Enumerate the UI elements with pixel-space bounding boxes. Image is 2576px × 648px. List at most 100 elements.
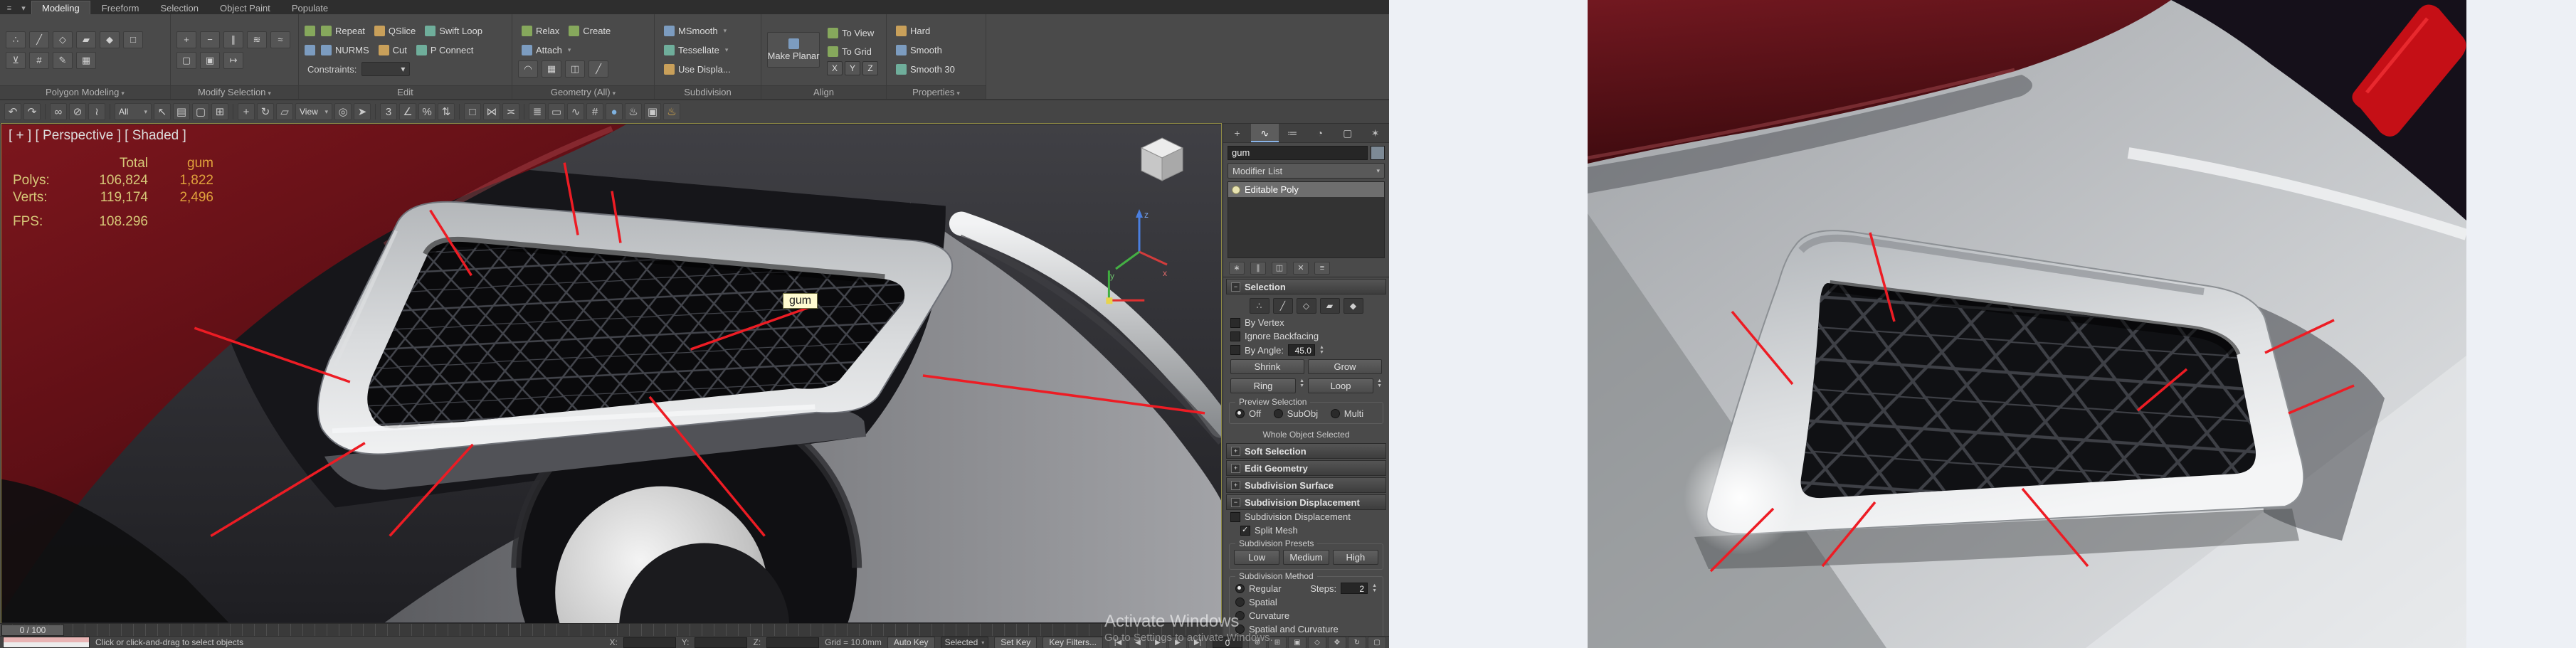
- time-slider[interactable]: 0 / 100: [0, 623, 1223, 636]
- show-cage-icon[interactable]: ▦: [76, 51, 96, 69]
- panel-title[interactable]: Modify Selection ▾: [171, 85, 298, 99]
- modifier-list-dropdown[interactable]: Modifier List ▾: [1228, 163, 1385, 179]
- quadrify-icon[interactable]: ▦: [542, 60, 561, 78]
- workspace-icon[interactable]: ▾: [17, 3, 30, 14]
- select-loop-icon[interactable]: ∥: [223, 31, 243, 48]
- current-frame-field[interactable]: 0: [1213, 637, 1242, 648]
- select-and-rotate-icon[interactable]: ↻: [257, 103, 274, 120]
- method-regular-radio[interactable]: Regular Steps: 2 ▲ ▼: [1234, 581, 1378, 595]
- select-object-icon[interactable]: ↖: [154, 103, 171, 120]
- mirror-icon[interactable]: ⋈: [483, 103, 500, 120]
- select-ring-icon[interactable]: ≋: [247, 31, 267, 48]
- rollout-edit-geometry[interactable]: + Edit Geometry: [1226, 460, 1386, 476]
- rollout-subdivision-surface[interactable]: + Subdivision Surface: [1226, 477, 1386, 493]
- panel-title[interactable]: Subdivision: [655, 85, 761, 99]
- go-to-end-icon[interactable]: ▶|: [1188, 636, 1207, 648]
- stack-item-editable-poly[interactable]: Editable Poly: [1228, 182, 1384, 197]
- by-angle-checkbox[interactable]: By Angle: 45.0 ▲ ▼: [1223, 343, 1389, 357]
- ring-spinner[interactable]: ▲ ▼: [1299, 378, 1304, 393]
- curve-editor-icon[interactable]: ∿: [567, 103, 584, 120]
- align-icon[interactable]: ≍: [502, 103, 519, 120]
- create-tab[interactable]: +: [1223, 124, 1251, 142]
- preview-multi-radio[interactable]: Multi: [1329, 407, 1365, 420]
- previous-frame-icon[interactable]: ◀: [1129, 636, 1147, 648]
- subdivision-displacement-checkbox[interactable]: Subdivision Displacement: [1223, 510, 1389, 524]
- unlink-selection-icon[interactable]: ⊘: [69, 103, 86, 120]
- tab-populate[interactable]: Populate: [282, 1, 338, 14]
- element-subobject-icon[interactable]: ◆: [1343, 298, 1363, 314]
- detach-icon[interactable]: ◫: [565, 60, 585, 78]
- modify-tab[interactable]: ∿: [1250, 124, 1279, 142]
- go-to-start-icon[interactable]: |◀: [1109, 636, 1127, 648]
- pin-stack-icon[interactable]: ∗: [1229, 262, 1245, 275]
- split-mesh-checkbox[interactable]: Split Mesh: [1223, 524, 1389, 537]
- grow-button[interactable]: Grow: [1308, 359, 1382, 374]
- attach-button[interactable]: Attach ▾: [518, 41, 574, 58]
- app-menu-icon[interactable]: ≡: [3, 3, 16, 14]
- tab-freeform[interactable]: Freeform: [92, 1, 149, 14]
- toggle-ribbon-icon[interactable]: ▭: [548, 103, 565, 120]
- hard-button[interactable]: Hard: [892, 22, 934, 39]
- selection-set-dropdown[interactable]: Selected ▾: [940, 636, 989, 648]
- p-connect-button[interactable]: P Connect: [413, 41, 477, 58]
- panel-title[interactable]: Properties ▾: [887, 85, 986, 99]
- panel-title[interactable]: Geometry (All) ▾: [512, 85, 654, 99]
- loop-button[interactable]: Loop: [1308, 378, 1374, 393]
- vertex-subobject-icon[interactable]: ∴: [6, 31, 26, 48]
- spinner-icon[interactable]: ▲ ▼: [1319, 345, 1324, 355]
- shrink-button[interactable]: Shrink: [1230, 359, 1304, 374]
- named-selection-sets-icon[interactable]: □: [464, 103, 481, 120]
- tab-modeling[interactable]: Modeling: [31, 1, 90, 14]
- select-and-manipulate-icon[interactable]: ➤: [354, 103, 371, 120]
- constraints-dropdown[interactable]: ▾: [361, 62, 411, 76]
- cut-button[interactable]: Cut: [375, 41, 411, 58]
- perspective-viewport[interactable]: [ + ] [ Perspective ] [ Shaded ] Total gu…: [1, 123, 1222, 624]
- edge-subobject-icon[interactable]: ╱: [29, 31, 49, 48]
- align-to-grid-button[interactable]: To Grid: [824, 43, 878, 60]
- snap-toggle-3d-icon[interactable]: 3: [380, 103, 397, 120]
- align-z-button[interactable]: Z: [862, 61, 878, 75]
- border-subobject-icon[interactable]: ◇: [53, 31, 73, 48]
- steps-field[interactable]: 2: [1341, 583, 1368, 594]
- select-and-link-icon[interactable]: ∞: [50, 103, 67, 120]
- play-animation-icon[interactable]: ▶: [1149, 636, 1167, 648]
- make-unique-icon[interactable]: ◫: [1272, 262, 1287, 275]
- orbit-icon[interactable]: ↻: [1348, 636, 1366, 648]
- relax-button[interactable]: Relax: [518, 22, 563, 39]
- render-setup-icon[interactable]: ♨: [625, 103, 642, 120]
- show-end-result-icon[interactable]: ∥: [1250, 262, 1266, 275]
- time-slider-handle[interactable]: 0 / 100: [1, 625, 64, 636]
- layer-manager-icon[interactable]: ≣: [529, 103, 546, 120]
- repeat-button[interactable]: Repeat: [317, 22, 369, 39]
- tab-selection[interactable]: Selection: [151, 1, 208, 14]
- polygon-subobject-icon[interactable]: ▰: [76, 31, 96, 48]
- zoom-extents-icon[interactable]: ▣: [1288, 636, 1307, 648]
- tessellate-button[interactable]: Tessellate ▾: [660, 41, 732, 58]
- ignore-backfacing-checkbox[interactable]: Ignore Backfacing: [1223, 329, 1389, 343]
- use-displacement-button[interactable]: Use Displa...: [660, 60, 734, 78]
- zoom-icon[interactable]: ⊕: [1248, 636, 1267, 648]
- preset-high-button[interactable]: High: [1332, 550, 1378, 565]
- angle-snap-icon[interactable]: ∠: [399, 103, 416, 120]
- cap-poly-icon[interactable]: ◠: [518, 60, 538, 78]
- swift-loop-button[interactable]: Swift Loop: [421, 22, 486, 39]
- step-mode-icon[interactable]: ↦: [223, 51, 243, 69]
- paint-options-icon[interactable]: [305, 44, 315, 55]
- preserve-uvs-icon[interactable]: #: [29, 51, 49, 69]
- element-subobject-icon[interactable]: ◆: [100, 31, 120, 48]
- spinner-snap-icon[interactable]: ⇅: [438, 103, 455, 120]
- align-x-button[interactable]: X: [827, 61, 843, 75]
- rollout-subdivision-displacement[interactable]: − Subdivision Displacement: [1226, 494, 1386, 510]
- by-vertex-checkbox[interactable]: By Vertex: [1223, 316, 1389, 329]
- edge-subobject-icon[interactable]: ╱: [1272, 298, 1293, 314]
- grow-selection-icon[interactable]: +: [176, 31, 196, 48]
- slice-icon[interactable]: ╱: [588, 60, 608, 78]
- utilities-tab[interactable]: ✶: [1361, 124, 1389, 142]
- bind-to-space-warp-icon[interactable]: ≀: [88, 103, 105, 120]
- preview-off-radio[interactable]: Off: [1234, 407, 1262, 420]
- redo-icon[interactable]: ↷: [23, 103, 41, 120]
- smooth-30-button[interactable]: Smooth 30: [892, 60, 959, 78]
- polygon-subobject-icon[interactable]: ▰: [1319, 298, 1340, 314]
- window-crossing-icon[interactable]: ⊞: [211, 103, 228, 120]
- field-of-view-icon[interactable]: ◇: [1308, 636, 1326, 648]
